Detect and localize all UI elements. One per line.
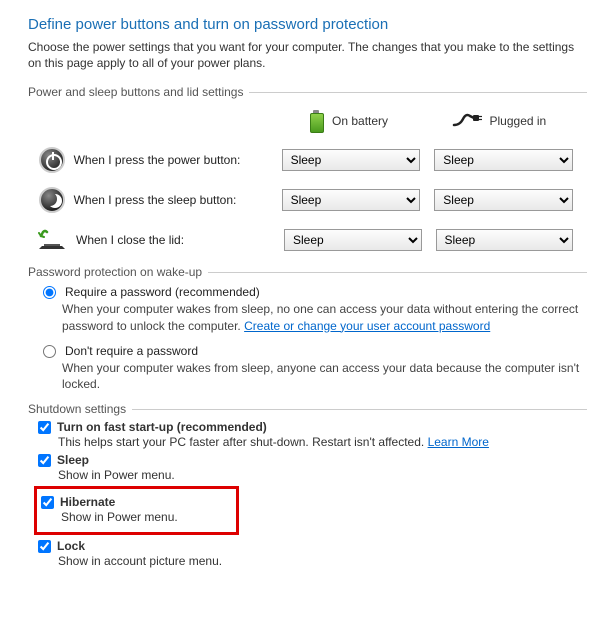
group-password: Password protection on wake-up [28,265,587,279]
chk-hibernate-input[interactable] [41,496,54,509]
chk-lock: Lock Show in account picture menu. [38,539,587,568]
chk-sleep-line[interactable]: Sleep [38,453,587,467]
row-power-button: When I press the power button: Do nothin… [28,145,587,175]
power-plugged-select[interactable]: Do nothingSleepHibernateShut down [434,149,573,171]
chk-sleep: Sleep Show in Power menu. [38,453,587,482]
power-button-icon [38,145,66,175]
row-power-label: When I press the power button: [74,153,282,167]
chk-sleep-input[interactable] [38,454,51,467]
chk-lock-desc: Show in account picture menu. [58,554,587,568]
row-sleep-button: When I press the sleep button: Do nothin… [28,185,587,215]
chk-sleep-desc: Show in Power menu. [58,468,587,482]
radio-require-input[interactable] [43,286,56,299]
chk-fast-startup: Turn on fast start-up (recommended) This… [38,420,587,449]
group-buttons-lid: Power and sleep buttons and lid settings [28,85,587,99]
require-password-desc: When your computer wakes from sleep, no … [62,301,587,333]
radio-dont-require-label: Don't require a password [65,344,198,358]
link-change-password[interactable]: Create or change your user account passw… [244,319,490,333]
chk-hibernate-desc: Show in Power menu. [61,510,232,524]
sleep-battery-select[interactable]: Do nothingSleepHibernateShut down [282,189,421,211]
chk-fast-startup-line[interactable]: Turn on fast start-up (recommended) [38,420,587,434]
row-sleep-label: When I press the sleep button: [74,193,282,207]
power-battery-select[interactable]: Do nothingSleepHibernateShut down [282,149,421,171]
chk-sleep-label: Sleep [57,453,89,467]
radio-require-label: Require a password (recommended) [65,285,260,299]
row-close-lid: When I close the lid: Do nothingSleepHib… [28,225,587,255]
chk-fast-startup-label: Turn on fast start-up (recommended) [57,420,267,434]
sleep-button-icon [38,185,66,215]
row-lid-label: When I close the lid: [76,233,284,247]
highlight-hibernate: Hibernate Show in Power menu. [34,486,239,535]
chk-lock-input[interactable] [38,540,51,553]
chk-fast-startup-input[interactable] [38,421,51,434]
col-battery-label: On battery [332,114,388,128]
chk-lock-label: Lock [57,539,85,553]
col-plugged-label: Plugged in [490,114,547,128]
close-lid-icon [38,225,68,255]
lid-battery-select[interactable]: Do nothingSleepHibernateShut down [284,229,422,251]
chk-lock-line[interactable]: Lock [38,539,587,553]
link-learn-more[interactable]: Learn More [428,435,489,449]
group-shutdown: Shutdown settings [28,402,587,416]
dont-require-password-desc: When your computer wakes from sleep, any… [62,360,587,392]
radio-dont-require-password[interactable]: Don't require a password [38,344,587,358]
chk-hibernate-line[interactable]: Hibernate [41,495,232,509]
chk-fast-startup-desc: This helps start your PC faster after sh… [58,435,587,449]
column-header-row: On battery Plugged in [28,109,587,133]
radio-dont-require-input[interactable] [43,345,56,358]
lid-plugged-select[interactable]: Do nothingSleepHibernateShut down [436,229,574,251]
battery-icon [308,109,324,133]
page-subtitle: Choose the power settings that you want … [28,39,587,71]
plug-icon [452,111,482,132]
chk-hibernate-label: Hibernate [60,495,115,509]
page-title: Define power buttons and turn on passwor… [28,16,587,33]
radio-require-password[interactable]: Require a password (recommended) [38,285,587,299]
sleep-plugged-select[interactable]: Do nothingSleepHibernateShut down [434,189,573,211]
chk-hibernate: Hibernate Show in Power menu. [41,495,232,524]
